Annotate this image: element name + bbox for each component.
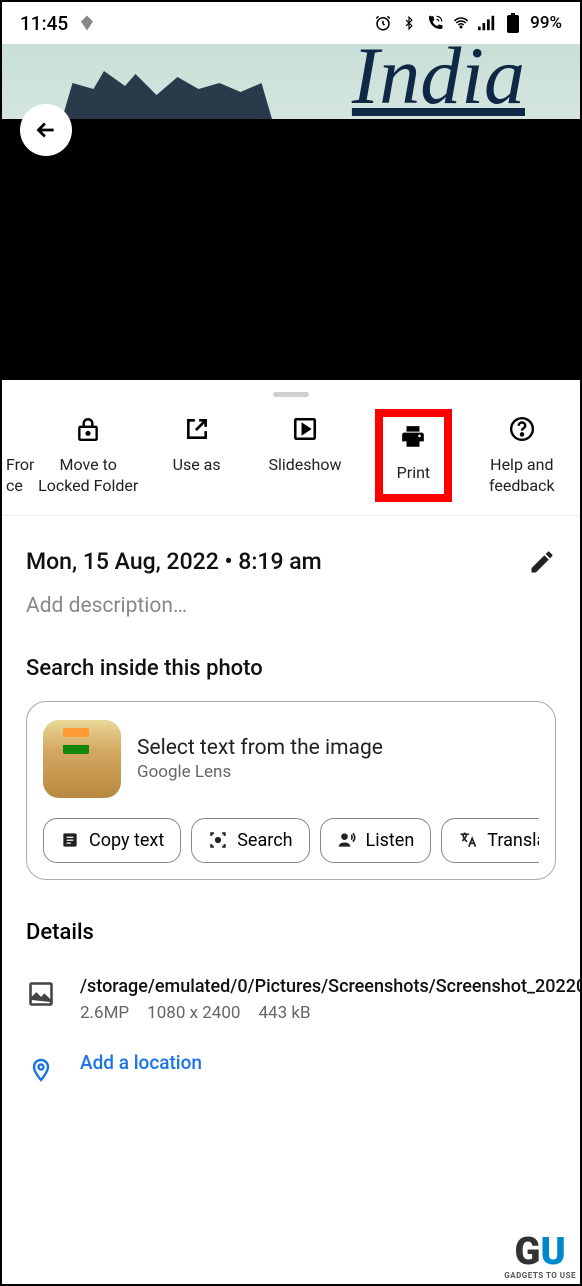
action-move-to-locked[interactable]: Move toLocked Folder xyxy=(34,415,142,497)
translate-icon xyxy=(458,830,478,850)
bottom-sheet: Fromce Move toLocked Folder Use as Slide… xyxy=(2,380,580,1284)
wifi-icon xyxy=(452,14,470,32)
action-help[interactable]: Help andfeedback xyxy=(468,415,576,497)
photo-banner: India xyxy=(2,44,580,119)
photo-date: Mon, 15 Aug, 2022 • 8:19 am xyxy=(26,548,322,575)
play-icon xyxy=(291,415,319,443)
photo-viewer[interactable]: India xyxy=(2,44,580,380)
action-use-as[interactable]: Use as xyxy=(142,415,250,497)
image-icon xyxy=(26,979,56,1009)
copy-icon xyxy=(60,830,80,850)
location-icon xyxy=(26,1055,56,1085)
print-icon xyxy=(399,423,427,451)
banner-text: India xyxy=(352,44,525,119)
edit-button[interactable] xyxy=(528,548,556,576)
listen-button[interactable]: Listen xyxy=(320,818,432,863)
lens-card: Select text from the image Google Lens C… xyxy=(26,701,556,880)
chef-hat-icon xyxy=(78,14,96,32)
listen-icon xyxy=(337,830,357,850)
lock-icon xyxy=(74,415,102,443)
pencil-icon xyxy=(528,548,556,576)
arrow-left-icon xyxy=(33,117,59,143)
search-button[interactable]: Search xyxy=(191,818,309,863)
translate-button[interactable]: Translate xyxy=(441,818,539,863)
print-highlight: Print xyxy=(375,409,452,502)
details-title: Details xyxy=(26,920,556,945)
description-input[interactable]: Add description… xyxy=(26,594,556,618)
watermark: GU GADGETS TO USE xyxy=(504,1235,576,1280)
copy-text-button[interactable]: Copy text xyxy=(43,818,181,863)
bluetooth-icon xyxy=(400,14,418,32)
help-icon xyxy=(508,415,536,443)
status-time: 11:45 xyxy=(20,12,68,35)
battery-percent: 99% xyxy=(530,13,562,33)
call-icon xyxy=(426,14,444,32)
status-bar: 11:45 99% xyxy=(2,2,580,44)
battery-icon xyxy=(504,14,522,32)
actions-row[interactable]: Fromce Move toLocked Folder Use as Slide… xyxy=(2,415,580,516)
lens-thumbnail xyxy=(43,720,121,798)
action-slideshow[interactable]: Slideshow xyxy=(251,415,359,497)
lens-subtitle: Google Lens xyxy=(137,762,383,782)
lens-search-icon xyxy=(208,830,228,850)
signal-icon xyxy=(478,14,496,32)
file-detail-row: /storage/emulated/0/Pictures/Screenshots… xyxy=(26,975,556,1023)
location-row[interactable]: Add a location xyxy=(26,1051,556,1085)
action-print[interactable]: Print xyxy=(359,415,467,497)
file-path: /storage/emulated/0/Pictures/Screenshots… xyxy=(80,975,582,999)
external-icon xyxy=(183,415,211,443)
file-meta: 2.6MP1080 x 2400443 kB xyxy=(80,1003,582,1023)
sheet-handle[interactable] xyxy=(273,392,309,397)
alarm-icon xyxy=(374,14,392,32)
lens-title: Select text from the image xyxy=(137,736,383,760)
search-title: Search inside this photo xyxy=(26,656,556,681)
action-partial[interactable]: Fromce xyxy=(6,415,34,497)
back-button[interactable] xyxy=(20,104,72,156)
add-location-link[interactable]: Add a location xyxy=(80,1051,202,1085)
